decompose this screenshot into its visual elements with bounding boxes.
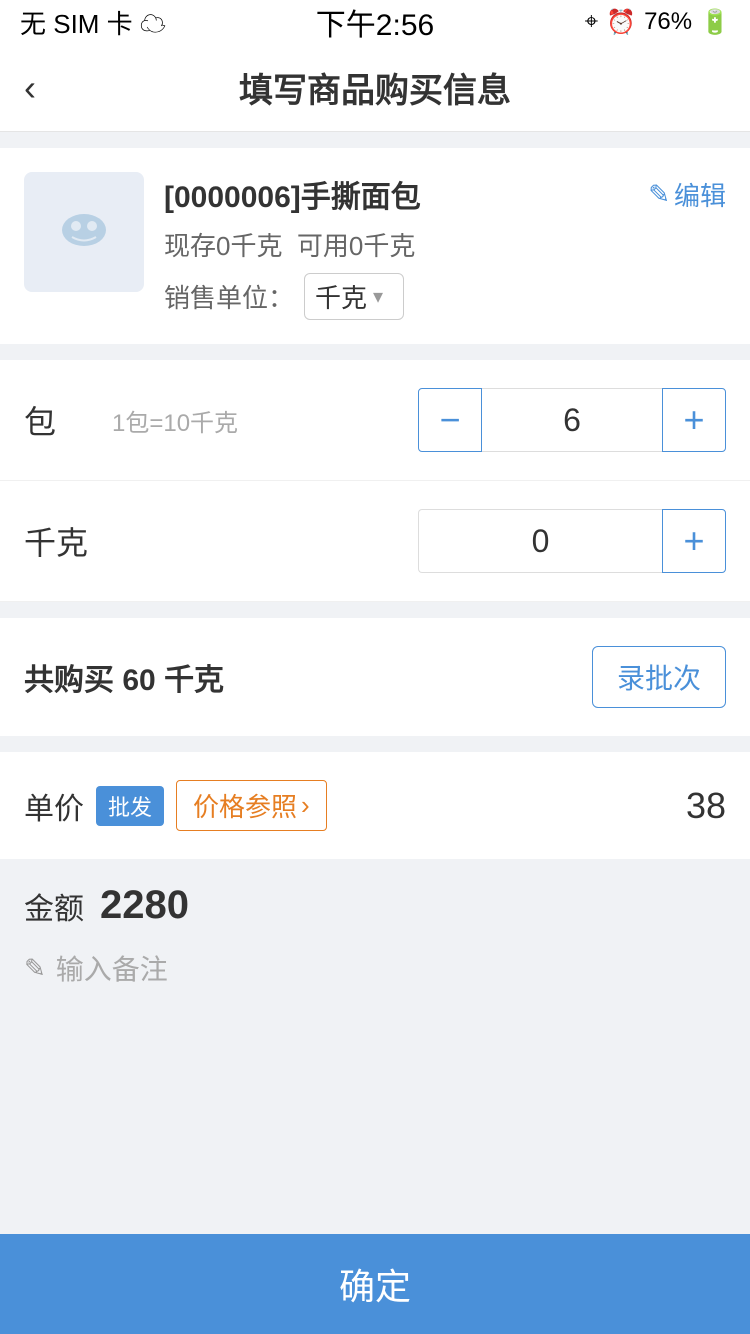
amount-row: 金额 2280	[24, 883, 726, 928]
product-info: [0000006]手撕面包 ✎ 编辑 现存0千克 可用0千克 销售单位： 千克 …	[164, 172, 726, 320]
battery-level: 76%	[644, 8, 692, 36]
status-left: 无 SIM 卡 ☁	[20, 4, 166, 41]
batch-button[interactable]: 录批次	[592, 646, 726, 708]
page-title: 填写商品购买信息	[239, 63, 511, 112]
pencil-icon: ✎	[24, 953, 46, 984]
package-minus-button[interactable]: −	[418, 388, 482, 452]
kilogram-controls: +	[418, 509, 726, 573]
package-hint: 1包=10千克	[112, 403, 418, 438]
price-section: 单价 批发 价格参照 › 38	[0, 752, 750, 859]
chevron-down-icon: ▾	[373, 284, 383, 309]
location-icon: ⌖	[585, 8, 599, 36]
nav-bar: ‹ 填写商品购买信息	[0, 44, 750, 132]
kilogram-label: 千克	[24, 518, 104, 564]
unit-select[interactable]: 千克 ▾	[304, 273, 404, 320]
package-controls: − +	[418, 388, 726, 452]
package-label: 包	[24, 397, 104, 443]
product-logo-icon	[54, 202, 114, 262]
product-image	[24, 172, 144, 292]
kilogram-plus-button[interactable]: +	[662, 509, 726, 573]
total-text: 共购买 60 千克	[24, 655, 224, 699]
total-amount: 60	[122, 664, 155, 697]
remark-input[interactable]: 输入备注	[56, 948, 168, 988]
price-left: 单价 批发 价格参照 ›	[24, 780, 327, 831]
kilogram-quantity-input[interactable]	[418, 509, 662, 573]
price-ref-arrow-icon: ›	[301, 790, 310, 821]
alarm-icon: ⏰	[606, 8, 636, 37]
kilogram-row: 千克 +	[0, 481, 750, 602]
status-right: ⌖ ⏰ 76% 🔋	[585, 8, 730, 37]
total-row: 共购买 60 千克 录批次	[0, 618, 750, 736]
price-value: 38	[686, 785, 726, 827]
amount-label: 金额	[24, 884, 84, 928]
price-row: 单价 批发 价格参照 › 38	[24, 780, 726, 831]
amount-value: 2280	[100, 883, 189, 928]
quantity-section: 包 1包=10千克 − + 千克 +	[0, 360, 750, 602]
unit-value: 千克	[315, 278, 367, 315]
package-row: 包 1包=10千克 − +	[0, 360, 750, 481]
package-quantity-input[interactable]	[482, 388, 662, 452]
price-tag: 批发	[96, 786, 164, 826]
battery-icon: 🔋	[700, 8, 730, 37]
status-time: 下午2:56	[316, 0, 434, 44]
remark-row[interactable]: ✎ 输入备注	[24, 948, 726, 988]
product-name: [0000006]手撕面包	[164, 172, 421, 216]
product-section: [0000006]手撕面包 ✎ 编辑 现存0千克 可用0千克 销售单位： 千克 …	[0, 148, 750, 344]
back-button[interactable]: ‹	[24, 67, 36, 109]
edit-icon: ✎	[648, 179, 670, 210]
edit-label: 编辑	[674, 176, 726, 213]
edit-button[interactable]: ✎ 编辑	[648, 176, 726, 213]
unit-label: 销售单位：	[164, 278, 294, 315]
sim-status: 无 SIM 卡 ☁	[20, 4, 166, 41]
price-ref-button[interactable]: 价格参照 ›	[176, 780, 327, 831]
price-label: 单价	[24, 784, 84, 828]
price-ref-label: 价格参照	[193, 787, 297, 824]
product-stock: 现存0千克 可用0千克	[164, 226, 726, 263]
package-plus-button[interactable]: +	[662, 388, 726, 452]
confirm-button[interactable]: 确定	[0, 1234, 750, 1334]
status-bar: 无 SIM 卡 ☁ 下午2:56 ⌖ ⏰ 76% 🔋	[0, 0, 750, 44]
amount-section: 金额 2280 ✎ 输入备注	[0, 859, 750, 998]
